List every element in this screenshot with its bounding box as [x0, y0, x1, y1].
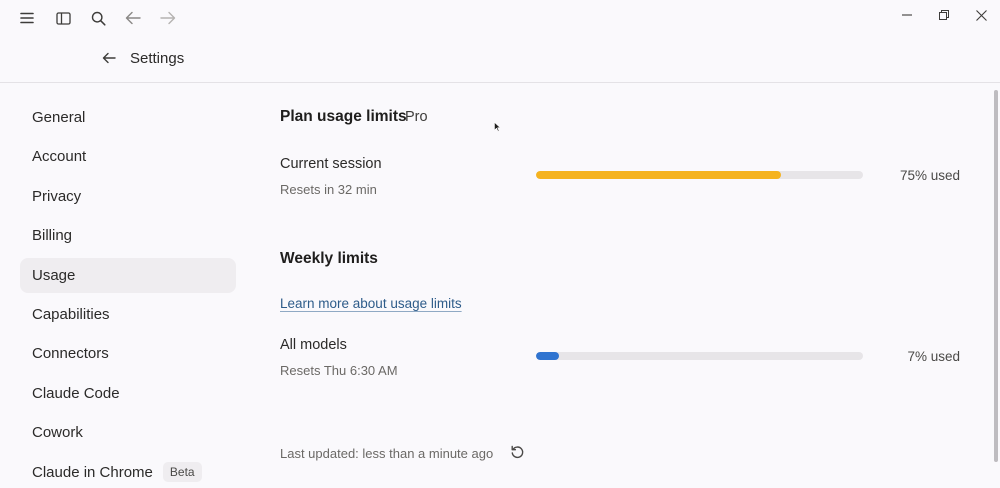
- weekly-limits-title: Weekly limits: [280, 250, 378, 267]
- plan-usage-title: Plan usage limits: [280, 108, 407, 125]
- sidebar-item-account[interactable]: Account: [20, 139, 236, 174]
- restore-icon[interactable]: [934, 5, 954, 25]
- sidebar-item-label: Cowork: [32, 424, 83, 442]
- settings-sidebar: General Account Privacy Billing Usage Ca…: [20, 100, 236, 488]
- sidebar-item-label: Connectors: [32, 345, 109, 363]
- current-session-title: Current session: [280, 156, 382, 172]
- minimize-icon[interactable]: [897, 5, 917, 25]
- sidebar-item-label: Usage: [32, 266, 76, 284]
- title-bar: [0, 0, 1000, 36]
- sidebar-item-label: Claude in Chrome: [32, 463, 153, 481]
- learn-more-link[interactable]: Learn more about usage limits: [280, 296, 462, 311]
- sidebar-item-label: General: [32, 109, 86, 126]
- sidebar-item-label: Account: [32, 148, 87, 166]
- settings-header: Settings: [0, 36, 1000, 83]
- sidebar-item-claude-in-chrome[interactable]: Claude in Chrome Beta: [20, 455, 236, 488]
- beta-badge: Beta: [162, 462, 202, 483]
- sidebar-item-capabilities[interactable]: Capabilities: [20, 297, 236, 332]
- sidebar-item-label: Billing: [32, 227, 73, 245]
- sidebar-item-billing[interactable]: Billing: [20, 218, 236, 253]
- sidebar-item-usage[interactable]: Usage: [20, 257, 236, 293]
- current-session-progress-fill: [536, 171, 782, 179]
- plan-badge: Pro: [405, 109, 428, 125]
- sidebar-item-cowork[interactable]: Cowork: [20, 415, 236, 450]
- search-icon[interactable]: [88, 8, 108, 28]
- sidebar-item-connectors[interactable]: Connectors: [20, 336, 236, 371]
- close-icon[interactable]: [971, 5, 991, 25]
- back-arrow-icon[interactable]: [102, 51, 118, 67]
- sidebar-item-label: Capabilities: [32, 305, 110, 323]
- all-models-reset: Resets Thu 6:30 AM: [280, 363, 398, 378]
- mouse-cursor-icon: [494, 119, 501, 132]
- all-models-title: All models: [280, 337, 347, 353]
- menu-icon[interactable]: [17, 8, 37, 28]
- all-models-percent: 7% used: [907, 349, 960, 364]
- sidebar-item-label: Privacy: [32, 187, 82, 205]
- scrollbar[interactable]: [994, 90, 998, 462]
- current-session-reset: Resets in 32 min: [280, 182, 377, 197]
- sidebar-item-privacy[interactable]: Privacy: [20, 179, 236, 214]
- page-title: Settings: [130, 50, 185, 67]
- last-updated-text: Last updated: less than a minute ago: [280, 446, 494, 461]
- sidebar-item-claude-code[interactable]: Claude Code: [20, 376, 236, 411]
- forward-icon[interactable]: [158, 8, 178, 28]
- current-session-percent: 75% used: [899, 168, 960, 183]
- sidebar-toggle-icon[interactable]: [53, 8, 73, 28]
- sidebar-item-general[interactable]: General: [20, 100, 236, 135]
- sidebar-item-label: Claude Code: [32, 384, 120, 402]
- current-session-progress-bar: [536, 171, 863, 179]
- all-models-progress-fill: [536, 352, 559, 360]
- back-icon[interactable]: [123, 8, 143, 28]
- all-models-progress-bar: [536, 352, 863, 360]
- refresh-icon[interactable]: [510, 445, 526, 461]
